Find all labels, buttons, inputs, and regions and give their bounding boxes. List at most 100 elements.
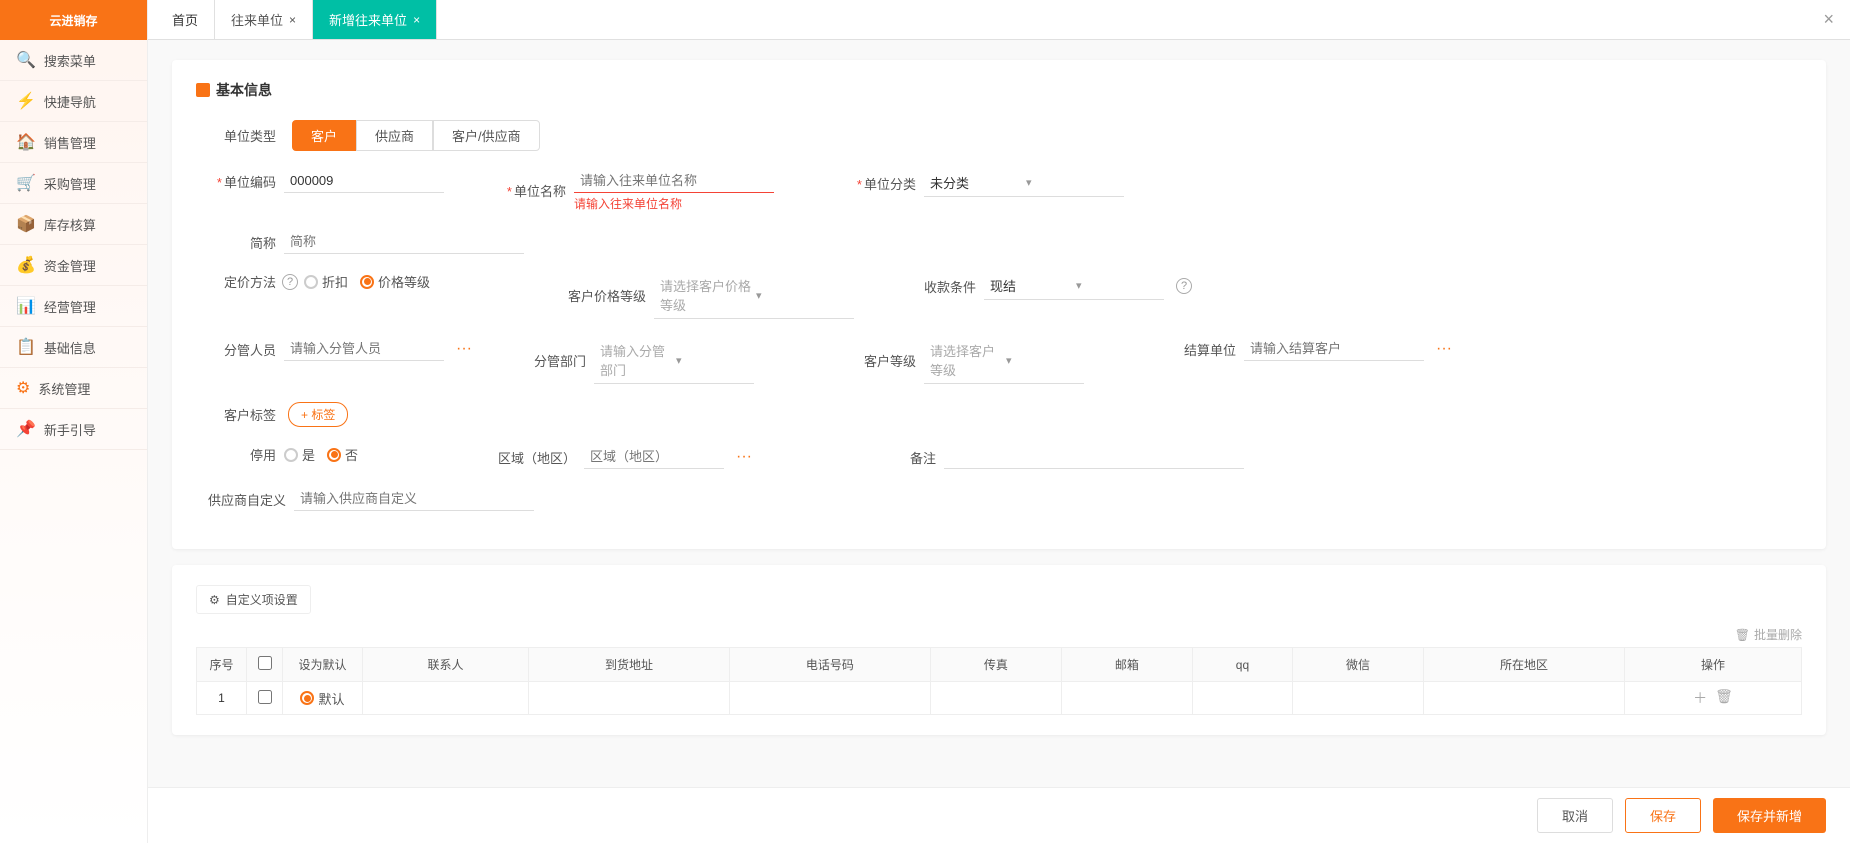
radio-level-circle: [360, 275, 374, 289]
region-dots-btn[interactable]: ···: [732, 446, 756, 468]
customer-level-label: 客户等级: [836, 351, 916, 370]
sysmanage-icon: ⚙: [16, 378, 30, 398]
disabled-radio-no[interactable]: 否: [327, 445, 358, 464]
disabled-radio-yes[interactable]: 是: [284, 445, 315, 464]
shortname-input[interactable]: [284, 230, 524, 254]
sidebar-item-operation[interactable]: 📊 经营管理: [0, 286, 147, 327]
manager-dots-btn[interactable]: ···: [452, 338, 476, 360]
disabled-label: 停用: [196, 445, 276, 464]
remark-input[interactable]: [944, 445, 1244, 469]
sidebar-label-purchase: 采购管理: [44, 174, 96, 193]
payment-terms-group: 收款条件 现结 ▾ ?: [896, 272, 1802, 300]
unit-btn-both[interactable]: 客户/供应商: [433, 120, 540, 151]
sidebar-item-purchase[interactable]: 🛒 采购管理: [0, 163, 147, 204]
row-delete-icon[interactable]: 🗑: [1715, 688, 1733, 708]
settlement-unit-dots-btn[interactable]: ···: [1432, 338, 1456, 360]
dept-group: 分管部门 请输入分管部门 ▾: [516, 337, 836, 384]
disabled-region-row: 停用 是 否 区域（地区） ···: [196, 445, 1802, 469]
customer-price-level-group: 客户价格等级 请选择客户价格等级 ▾: [556, 272, 896, 319]
tab-partner-list-close[interactable]: ×: [289, 13, 296, 27]
logo-text: 云进销存: [49, 12, 97, 29]
col-header-fax: 传真: [930, 648, 1061, 682]
tabbar: 首页 往来单位 × 新增往来单位 × ×: [148, 0, 1850, 40]
sidebar-item-sales[interactable]: 🏠 销售管理: [0, 122, 147, 163]
customer-level-group: 客户等级 请选择客户等级 ▾: [836, 337, 1156, 384]
row-default-radio[interactable]: 默认: [293, 689, 352, 708]
col-header-email: 邮箱: [1061, 648, 1192, 682]
unit-category-value: 未分类: [930, 173, 1022, 192]
radio-yes-circle: [284, 448, 298, 462]
sidebar-item-basicinfo[interactable]: 📋 基础信息: [0, 327, 147, 368]
settings-icon: ⚙: [209, 593, 220, 607]
unit-category-select[interactable]: 未分类 ▾: [924, 169, 1124, 197]
tab-partner-list[interactable]: 往来单位 ×: [215, 0, 313, 39]
unit-btn-supplier[interactable]: 供应商: [356, 120, 433, 151]
sidebar: 云进销存 🔍 搜索菜单 ⚡ 快捷导航 🏠 销售管理 🛒 采购管理 📦 库存核算 …: [0, 0, 148, 843]
unit-name-input[interactable]: [574, 169, 774, 193]
sidebar-label-quicknav: 快捷导航: [44, 92, 96, 111]
tag-group: 客户标签 + 标签: [196, 402, 348, 427]
select-all-checkbox[interactable]: [258, 656, 272, 670]
payment-terms-select[interactable]: 现结 ▾: [984, 272, 1164, 300]
pricing-radio-discount[interactable]: 折扣: [304, 272, 348, 291]
tab-add-partner-close[interactable]: ×: [413, 13, 420, 27]
cancel-button[interactable]: 取消: [1537, 798, 1613, 833]
sidebar-item-finance[interactable]: 💰 资金管理: [0, 245, 147, 286]
row-checkbox[interactable]: [258, 690, 272, 704]
quicknav-icon: ⚡: [16, 91, 36, 111]
content-area: 基本信息 单位类型 客户 供应商 客户/供应商 *单位编码: [148, 40, 1850, 787]
remark-label: 备注: [856, 448, 936, 467]
region-input[interactable]: [584, 445, 724, 469]
supplier-custom-input[interactable]: [294, 487, 534, 511]
sidebar-item-newguide[interactable]: 📌 新手引导: [0, 409, 147, 450]
col-header-region: 所在地区: [1424, 648, 1625, 682]
row-add-icon[interactable]: ＋: [1693, 688, 1707, 708]
row-contact: [363, 682, 529, 715]
unit-name-required: *: [507, 184, 512, 199]
unit-type-row: 单位类型 客户 供应商 客户/供应商: [196, 120, 1802, 151]
dept-label: 分管部门: [516, 351, 586, 370]
sidebar-item-quicknav[interactable]: ⚡ 快捷导航: [0, 81, 147, 122]
payment-terms-label: 收款条件: [896, 277, 976, 296]
sidebar-label-sales: 销售管理: [44, 133, 96, 152]
row-qq: [1192, 682, 1292, 715]
table-card: ⚙ 自定义项设置 🗑 批量删除 序号 设为默认 联系人 到货地址: [172, 565, 1826, 735]
unit-type-buttons: 客户 供应商 客户/供应商: [292, 120, 540, 151]
sidebar-item-sysmanage[interactable]: ⚙ 系统管理: [0, 368, 147, 409]
save-new-button[interactable]: 保存并新增: [1713, 798, 1826, 833]
customer-level-select[interactable]: 请选择客户等级 ▾: [924, 337, 1084, 384]
tab-home[interactable]: 首页: [156, 0, 215, 39]
manager-group: 分管人员 ···: [196, 337, 516, 361]
radio-discount-label: 折扣: [322, 272, 348, 291]
main-area: 首页 往来单位 × 新增往来单位 × × 基本信息 单位类型 客户: [148, 0, 1850, 843]
save-button[interactable]: 保存: [1625, 798, 1701, 833]
payment-terms-help-icon[interactable]: ?: [1176, 278, 1192, 294]
unit-code-input[interactable]: [284, 169, 444, 193]
section-title: 基本信息: [196, 80, 1802, 100]
unit-btn-customer[interactable]: 客户: [292, 120, 356, 151]
code-name-category-row: *单位编码 *单位名称 请输入往来单位名称: [196, 169, 1802, 212]
supplier-custom-label: 供应商自定义: [196, 490, 286, 509]
batch-delete-button[interactable]: 🗑 批量删除: [1735, 626, 1802, 643]
tab-partner-list-label: 往来单位: [231, 10, 283, 29]
tabbar-close-all[interactable]: ×: [1815, 9, 1842, 30]
customer-price-level-placeholder: 请选择客户价格等级: [660, 276, 752, 314]
sidebar-item-inventory[interactable]: 📦 库存核算: [0, 204, 147, 245]
tab-add-partner[interactable]: 新增往来单位 ×: [313, 0, 437, 39]
row-region: [1424, 682, 1625, 715]
unit-name-group: *单位名称 请输入往来单位名称: [496, 169, 836, 212]
custom-settings-button[interactable]: ⚙ 自定义项设置: [196, 585, 311, 614]
purchase-icon: 🛒: [16, 173, 36, 193]
manager-row: 分管人员 ··· 分管部门 请输入分管部门 ▾ 客户等级 请选择客户等级 ▾: [196, 337, 1802, 384]
row-action-icons: ＋ 🗑: [1635, 688, 1791, 708]
settlement-unit-input[interactable]: [1244, 337, 1424, 361]
dept-select[interactable]: 请输入分管部门 ▾: [594, 337, 754, 384]
supplier-custom-row: 供应商自定义: [196, 487, 1802, 511]
customer-price-level-select[interactable]: 请选择客户价格等级 ▾: [654, 272, 854, 319]
add-tag-button[interactable]: + 标签: [288, 402, 348, 427]
pricing-radio-level[interactable]: 价格等级: [360, 272, 430, 291]
sidebar-item-search[interactable]: 🔍 搜索菜单: [0, 40, 147, 81]
pricing-help-icon[interactable]: ?: [282, 274, 298, 290]
manager-input[interactable]: [284, 337, 444, 361]
unit-name-error: 请输入往来单位名称: [574, 195, 836, 212]
